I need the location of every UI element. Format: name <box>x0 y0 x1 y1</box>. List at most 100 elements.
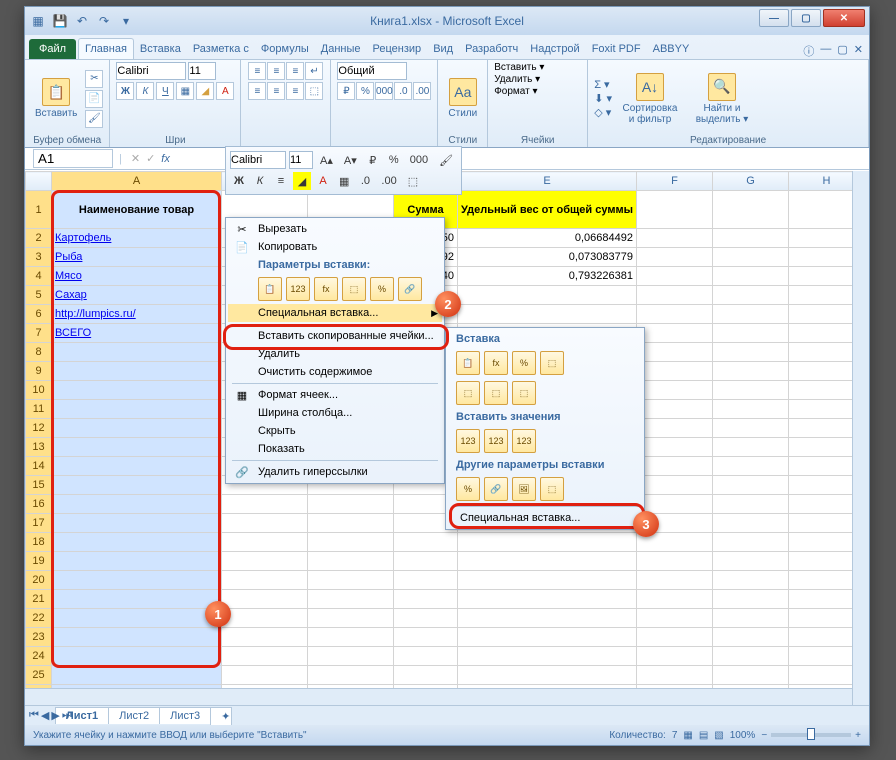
paste-button[interactable]: 📋 Вставить <box>31 76 81 121</box>
font-color-button[interactable]: A <box>216 82 234 100</box>
cell[interactable] <box>52 552 222 571</box>
cell[interactable] <box>222 609 308 628</box>
cell[interactable] <box>713 267 789 286</box>
cell[interactable] <box>637 476 713 495</box>
row-header[interactable]: 1 <box>26 191 52 229</box>
row-header[interactable]: 17 <box>26 514 52 533</box>
tab-nav-first-icon[interactable]: ⏮ <box>29 709 39 722</box>
cell[interactable] <box>637 362 713 381</box>
sub-paste-fmt-icon[interactable]: ⬚ <box>512 381 536 405</box>
cell[interactable] <box>637 590 713 609</box>
row-header[interactable]: 21 <box>26 590 52 609</box>
cell[interactable]: 0,073083779 <box>458 248 637 267</box>
cell[interactable] <box>713 400 789 419</box>
close-button[interactable]: ✕ <box>823 9 865 27</box>
cell[interactable] <box>637 324 713 343</box>
cell[interactable] <box>713 495 789 514</box>
row-header[interactable]: 22 <box>26 609 52 628</box>
cell[interactable] <box>394 628 458 647</box>
tab-insert[interactable]: Вставка <box>134 39 187 59</box>
row-header[interactable]: 16 <box>26 495 52 514</box>
cell[interactable]: Наименование товар <box>52 191 222 229</box>
cell[interactable] <box>52 362 222 381</box>
col-header-A[interactable]: A <box>52 172 222 191</box>
sub-paste-nobd-icon[interactable]: ⬚ <box>540 351 564 375</box>
ctx-copy[interactable]: 📄Копировать <box>228 238 442 256</box>
cell[interactable] <box>52 590 222 609</box>
mini-font-size[interactable] <box>289 151 313 169</box>
row-header[interactable]: 2 <box>26 229 52 248</box>
font-size-select[interactable] <box>188 62 216 80</box>
clear-icon[interactable]: ◇ ▾ <box>594 106 612 119</box>
ctx-hide[interactable]: Скрыть <box>228 422 442 440</box>
maximize-button[interactable]: ▢ <box>791 9 821 27</box>
sub-paste-widths-icon[interactable]: ⬚ <box>456 381 480 405</box>
cell[interactable] <box>637 571 713 590</box>
cell[interactable] <box>52 514 222 533</box>
paste-transpose-icon[interactable]: ⬚ <box>342 277 366 301</box>
cell[interactable] <box>713 552 789 571</box>
mini-comma-icon[interactable]: 000 <box>406 151 432 169</box>
dec-dec-icon[interactable]: .00 <box>413 82 431 100</box>
cell[interactable] <box>713 438 789 457</box>
cell[interactable] <box>637 666 713 685</box>
tab-layout[interactable]: Разметка с <box>187 39 255 59</box>
mini-merge-icon[interactable]: ⬚ <box>404 172 422 190</box>
percent-icon[interactable]: % <box>356 82 374 100</box>
cell[interactable] <box>637 286 713 305</box>
mini-percent-icon[interactable]: % <box>385 151 403 169</box>
ctx-remove-hyperlinks[interactable]: 🔗Удалить гиперссылки <box>228 463 442 481</box>
row-header[interactable]: 24 <box>26 647 52 666</box>
mini-grow-icon[interactable]: A▴ <box>316 151 337 169</box>
paste-formatting-icon[interactable]: % <box>370 277 394 301</box>
cell[interactable] <box>713 324 789 343</box>
tab-home[interactable]: Главная <box>78 38 134 59</box>
cell[interactable] <box>222 514 308 533</box>
row-header[interactable]: 23 <box>26 628 52 647</box>
undo-icon[interactable]: ↶ <box>73 12 91 30</box>
cell[interactable] <box>458 647 637 666</box>
cell[interactable] <box>394 609 458 628</box>
fill-color-button[interactable]: ◢ <box>196 82 214 100</box>
sub-other-piclink-icon[interactable]: ⬚ <box>540 477 564 501</box>
align-bot-icon[interactable]: ≡ <box>286 62 304 80</box>
tab-addins[interactable]: Надстрой <box>524 39 585 59</box>
cell[interactable] <box>394 666 458 685</box>
col-header-E[interactable]: E <box>458 172 637 191</box>
cell[interactable] <box>52 647 222 666</box>
view-normal-icon[interactable]: ▦ <box>683 730 692 741</box>
cell[interactable] <box>713 248 789 267</box>
cell[interactable] <box>222 571 308 590</box>
row-header[interactable]: 5 <box>26 286 52 305</box>
sub-paste-pct-icon[interactable]: % <box>512 351 536 375</box>
cancel-formula-icon[interactable]: ✕ <box>131 152 140 165</box>
autosum-icon[interactable]: Σ ▾ <box>594 78 612 91</box>
sub-val2-icon[interactable]: 123 <box>484 429 508 453</box>
cell[interactable]: Рыба <box>52 248 222 267</box>
cell[interactable] <box>637 191 713 229</box>
file-tab[interactable]: Файл <box>29 39 76 59</box>
tab-nav-last-icon[interactable]: ⏭ <box>62 709 72 722</box>
col-header-G[interactable]: G <box>713 172 789 191</box>
mini-bold-icon[interactable]: Ж <box>230 172 248 190</box>
mini-align-icon[interactable]: ≡ <box>272 172 290 190</box>
find-select-button[interactable]: 🔍Найти и выделить ▾ <box>688 71 756 127</box>
number-format-select[interactable] <box>337 62 407 80</box>
cell[interactable] <box>308 514 394 533</box>
sort-filter-button[interactable]: A↓Сортировка и фильтр <box>616 71 684 127</box>
delete-cells-button[interactable]: Удалить ▾ <box>494 74 540 85</box>
cell[interactable] <box>713 628 789 647</box>
cell[interactable] <box>713 476 789 495</box>
cell[interactable] <box>222 590 308 609</box>
cell[interactable] <box>458 590 637 609</box>
cell[interactable] <box>308 666 394 685</box>
cell[interactable]: Сахар <box>52 286 222 305</box>
cell[interactable] <box>713 666 789 685</box>
cell[interactable] <box>52 533 222 552</box>
cell[interactable] <box>458 305 637 324</box>
cell[interactable] <box>52 609 222 628</box>
row-header[interactable]: 13 <box>26 438 52 457</box>
cell[interactable] <box>637 305 713 324</box>
row-header[interactable]: 18 <box>26 533 52 552</box>
paste-all-icon[interactable]: 📋 <box>258 277 282 301</box>
